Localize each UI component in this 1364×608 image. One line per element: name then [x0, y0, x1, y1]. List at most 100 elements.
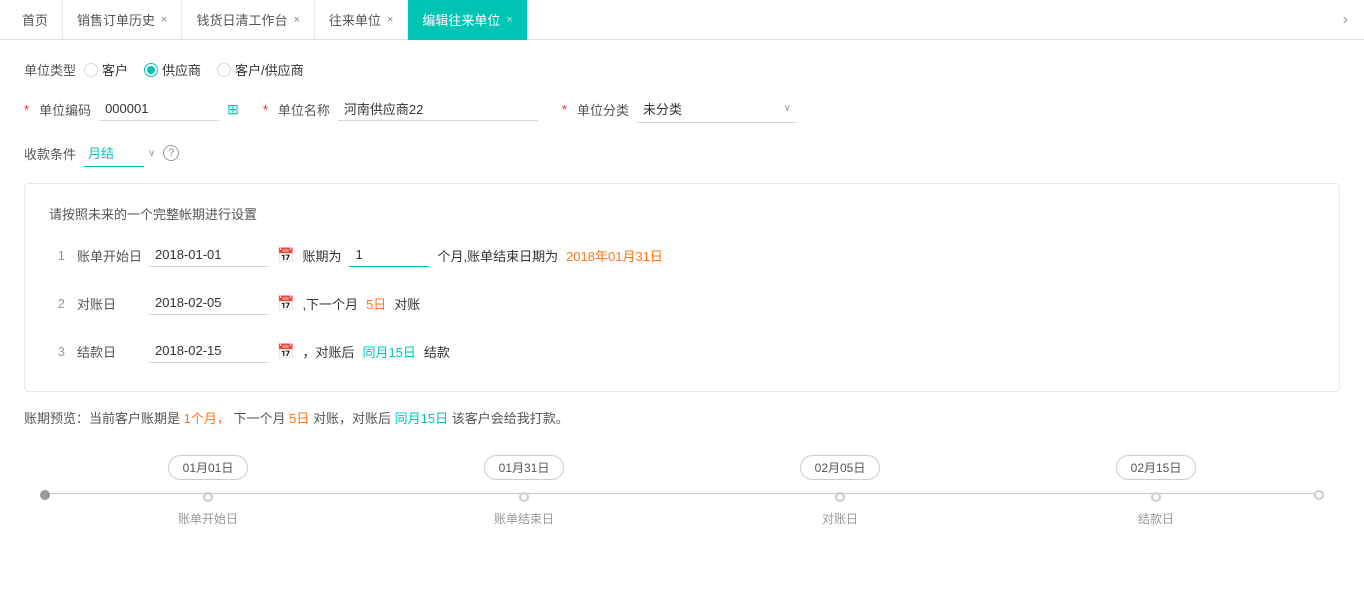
radio-supplier[interactable]: 供应商 — [144, 60, 201, 79]
unit-name-group: * 单位名称 — [263, 97, 538, 121]
node2-circle — [519, 492, 529, 502]
node3-circle — [835, 492, 845, 502]
step-row-3: 3 结款日 📅 ，对账后 同月15日 结款 — [49, 339, 1315, 363]
payment-date-input[interactable] — [149, 339, 269, 363]
preview-text: 账期预览：当前客户账期是 1个月， 下一个月 5日 对账，对账后 同月15日 该… — [24, 408, 1340, 427]
copy-icon[interactable]: ⊞ — [227, 101, 239, 118]
help-icon[interactable]: ? — [163, 145, 179, 161]
node4-circle — [1151, 492, 1161, 502]
radio-circle-customer — [84, 63, 98, 77]
step1-end-date-highlight: 2018年01月31日 — [566, 246, 663, 265]
preview-reconcile-highlight: 5日 — [289, 411, 309, 426]
step-num-1: 1 — [49, 248, 65, 263]
step1-suffix-mid: 个月,账单结束日期为 — [437, 246, 558, 265]
preview-payment-suffix: 该客户会给我打款。 — [452, 411, 569, 426]
step-content-1: 📅 账期为 个月,账单结束日期为 2018年01月31日 — [149, 243, 663, 267]
unit-category-label: 单位分类 — [577, 100, 629, 119]
end-dot — [1314, 490, 1324, 500]
timeline-node-4: 02月15日 结款日 — [998, 483, 1314, 527]
close-tab-sales[interactable]: × — [161, 14, 167, 26]
main-content: 单位类型 客户 供应商 客户/供应商 * 单位编码 — [0, 40, 1364, 608]
node1-label: 账单开始日 — [178, 510, 238, 527]
unit-name-input[interactable] — [338, 97, 538, 121]
required-star-cat: * — [562, 102, 567, 117]
radio-circle-both — [217, 63, 231, 77]
unit-category-value: 未分类 — [643, 99, 682, 118]
radio-label-customer: 客户 — [102, 60, 128, 79]
reconcile-date-input[interactable] — [149, 291, 269, 315]
step1-suffix-before: 账期为 — [302, 246, 341, 265]
step-row-2: 2 对账日 📅 ,下一个月 5日 对账 — [49, 291, 1315, 315]
unit-code-input[interactable] — [99, 97, 219, 121]
preview-payment-highlight: 同月15日 — [395, 411, 448, 426]
step-label-2: 对账日 — [77, 294, 137, 313]
unit-code-group: * 单位编码 ⊞ — [24, 97, 239, 121]
payment-group: 收款条件 月结 ∨ ? — [24, 139, 179, 167]
step3-day-highlight: 同月15日 — [362, 342, 415, 361]
timeline-end-dot — [1314, 483, 1324, 527]
tab-cash-workbench[interactable]: 钱货日清工作台 × — [182, 0, 314, 40]
unit-type-group: 单位类型 客户 供应商 客户/供应商 — [24, 60, 304, 79]
node2-label: 账单结束日 — [494, 510, 554, 527]
settings-box: 请按照未来的一个完整帐期进行设置 1 账单开始日 📅 账期为 个月,账单结束日期… — [24, 183, 1340, 392]
step-num-2: 2 — [49, 296, 65, 311]
node1-circle — [203, 492, 213, 502]
timeline-node-2: 01月31日 账单结束日 — [366, 483, 682, 527]
preview-month: 1个月， — [184, 411, 230, 426]
timeline-node-1: 01月01日 账单开始日 — [50, 483, 366, 527]
preview-reconcile-suffix: 对账，对账后 — [313, 411, 391, 426]
step-num-3: 3 — [49, 344, 65, 359]
payment-row: 收款条件 月结 ∨ ? — [24, 139, 1340, 167]
payment-value: 月结 — [84, 139, 144, 167]
node4-label: 结款日 — [1138, 510, 1174, 527]
period-months-input[interactable] — [349, 243, 429, 267]
tab-home[interactable]: 首页 — [8, 0, 63, 40]
settings-title: 请按照未来的一个完整帐期进行设置 — [49, 204, 1315, 223]
tab-edit-partner[interactable]: 编辑往来单位 × — [408, 0, 527, 40]
start-date-input[interactable] — [149, 243, 269, 267]
timeline-nodes: 01月01日 账单开始日 01月31日 账单结束日 02月05日 对账日 02月… — [40, 483, 1324, 527]
preview-label: 账期预览：当前客户账期是 — [24, 411, 180, 426]
unit-category-select[interactable]: 未分类 ∨ — [637, 95, 797, 123]
unit-name-label: 单位名称 — [278, 100, 330, 119]
unit-type-label: 单位类型 — [24, 60, 76, 79]
payment-label: 收款条件 — [24, 144, 76, 163]
unit-info-row: * 单位编码 ⊞ * 单位名称 * 单位分类 未分类 ∨ — [24, 95, 1340, 123]
node3-date-badge: 02月05日 — [800, 455, 881, 480]
step2-suffix-end: 对账 — [394, 294, 420, 313]
tab-sales-history[interactable]: 销售订单历史 × — [63, 0, 182, 40]
step-row-1: 1 账单开始日 📅 账期为 个月,账单结束日期为 2018年01月31日 — [49, 243, 1315, 267]
step-label-1: 账单开始日 — [77, 246, 137, 265]
payment-calendar-icon[interactable]: 📅 — [277, 343, 294, 360]
tab-partners[interactable]: 往来单位 × — [315, 0, 408, 40]
radio-group-unit-type: 客户 供应商 客户/供应商 — [84, 60, 304, 79]
timeline-node-3: 02月05日 对账日 — [682, 483, 998, 527]
payment-select[interactable]: 月结 ∨ — [84, 139, 155, 167]
node4-date-badge: 02月15日 — [1116, 455, 1197, 480]
payment-chevron-icon: ∨ — [148, 148, 155, 159]
start-dot — [40, 490, 50, 500]
close-tab-partners[interactable]: × — [387, 14, 393, 26]
step2-day-highlight: 5日 — [366, 294, 386, 313]
close-tab-cash[interactable]: × — [293, 14, 299, 26]
timeline-start-dot — [40, 483, 50, 527]
radio-both[interactable]: 客户/供应商 — [217, 60, 304, 79]
chevron-down-icon: ∨ — [784, 103, 791, 114]
node3-label: 对账日 — [822, 510, 858, 527]
close-tab-edit[interactable]: × — [506, 14, 512, 26]
radio-label-supplier: 供应商 — [162, 60, 201, 79]
unit-category-group: * 单位分类 未分类 ∨ — [562, 95, 797, 123]
required-star-code: * — [24, 102, 29, 117]
step-label-3: 结款日 — [77, 342, 137, 361]
radio-circle-supplier — [144, 63, 158, 77]
preview-reconcile-prefix: 下一个月 — [234, 411, 286, 426]
tabs-more-button[interactable]: › — [1335, 11, 1356, 29]
radio-label-both: 客户/供应商 — [235, 60, 304, 79]
step2-suffix-prefix: ,下一个月 — [302, 294, 358, 313]
radio-customer[interactable]: 客户 — [84, 60, 128, 79]
reconcile-calendar-icon[interactable]: 📅 — [277, 295, 294, 312]
step-content-3: 📅 ，对账后 同月15日 结款 — [149, 339, 450, 363]
start-date-calendar-icon[interactable]: 📅 — [277, 247, 294, 264]
timeline-container: 01月01日 账单开始日 01月31日 账单结束日 02月05日 对账日 02月… — [24, 451, 1340, 567]
node2-date-badge: 01月31日 — [484, 455, 565, 480]
